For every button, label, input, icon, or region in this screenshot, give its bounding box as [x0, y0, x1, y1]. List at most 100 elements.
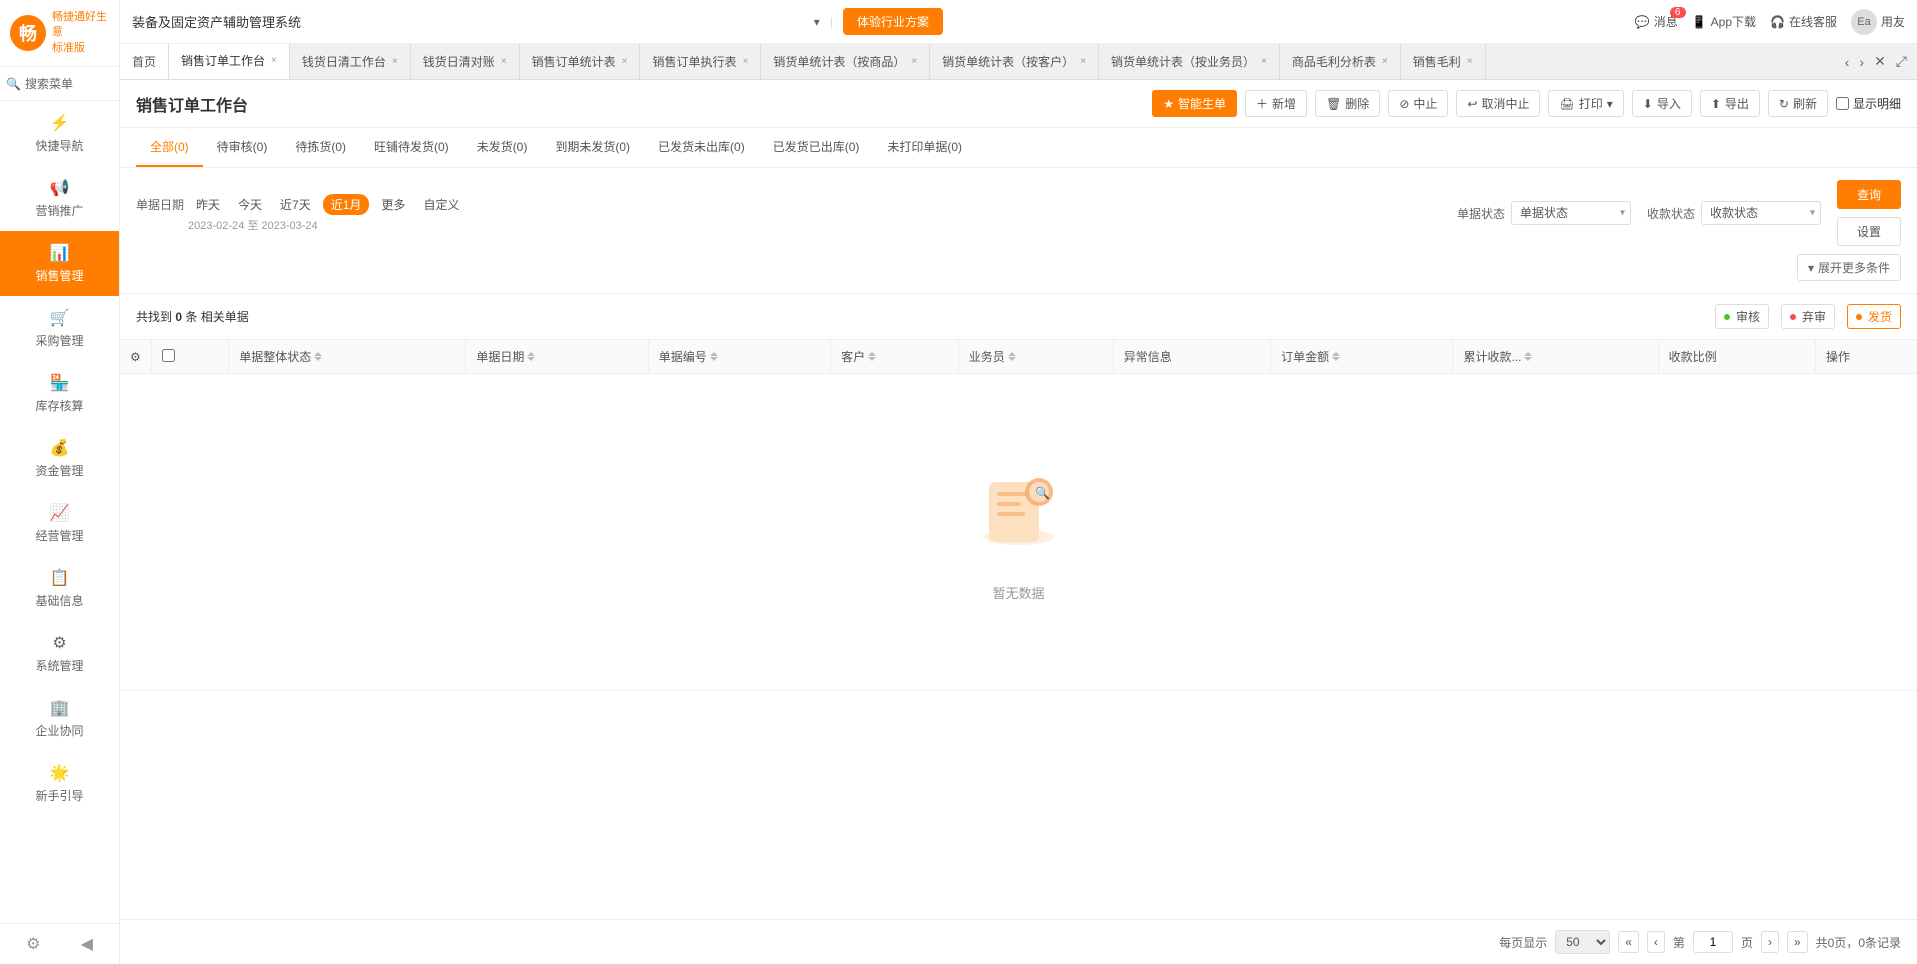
tab-close-sales-stat[interactable]: × [622, 56, 628, 67]
show-detail-checkbox[interactable] [1836, 97, 1849, 110]
show-detail-label[interactable]: 显示明细 [1836, 95, 1901, 112]
query-button[interactable]: 查询 [1837, 180, 1901, 209]
stop-button[interactable]: ⊘ 中止 [1388, 90, 1448, 117]
page-input[interactable] [1693, 931, 1733, 953]
sidebar-item-purchase[interactable]: 🛒采购管理 [0, 296, 119, 361]
last-page-button[interactable]: » [1787, 931, 1808, 953]
tab-close-sales-exec[interactable]: × [742, 56, 748, 67]
review-button[interactable]: 审核 [1715, 304, 1769, 329]
col-salesperson[interactable]: 业务员 [958, 340, 1113, 374]
status-select[interactable]: 单据状态 [1511, 201, 1631, 225]
filter-tab-overdue-unshipped[interactable]: 到期未发货(0) [541, 128, 644, 167]
import-button[interactable]: ⬇ 导入 [1632, 90, 1692, 117]
message-badge: 6 [1670, 7, 1686, 18]
tab-label-gross-profit: 商品毛利分析表 [1292, 53, 1376, 70]
filter-tab-wangpu-ship[interactable]: 旺铺待发货(0) [360, 128, 463, 167]
sidebar-item-enterprise[interactable]: 🏢企业协同 [0, 686, 119, 751]
refresh-button[interactable]: ↻ 刷新 [1768, 90, 1828, 117]
filter-tab-shipped-not-in[interactable]: 已发货未出库(0) [644, 128, 759, 167]
message-button[interactable]: 💬 消息 6 [1635, 13, 1678, 30]
tab-home[interactable]: 首页 [120, 44, 169, 80]
tab-sales-workbench[interactable]: 销售订单工作台× [169, 44, 290, 80]
tab-close-cash-reconcile[interactable]: × [501, 56, 507, 67]
col-doc-date[interactable]: 单据日期 [466, 340, 648, 374]
stop-icon: ⊘ [1399, 97, 1409, 111]
filter-tab-all[interactable]: 全部(0) [136, 128, 203, 167]
filter-tab-unprinted[interactable]: 未打印单据(0) [873, 128, 976, 167]
tab-close-sales-unified-customer[interactable]: × [1080, 56, 1086, 67]
prev-page-button[interactable]: ‹ [1647, 931, 1665, 953]
service-button[interactable]: 🎧 在线客服 [1770, 13, 1837, 30]
col-amount[interactable]: 订单金额 [1271, 340, 1453, 374]
sidebar-item-inventory[interactable]: 🏪库存核算 [0, 361, 119, 426]
tab-close-sales-profit[interactable]: × [1467, 56, 1473, 67]
settings-icon[interactable]: ⚙ [26, 934, 40, 954]
sidebar-item-marketing[interactable]: 📢营销推广 [0, 166, 119, 231]
date-option-今天[interactable]: 今天 [232, 194, 268, 215]
export-button[interactable]: ⬆ 导出 [1700, 90, 1760, 117]
tab-close-sales-unified-product[interactable]: × [911, 56, 917, 67]
sidebar-item-sales[interactable]: 📊销售管理 [0, 231, 119, 296]
next-page-button[interactable]: › [1761, 931, 1779, 953]
cancel-review-button[interactable]: 弃审 [1781, 304, 1835, 329]
date-option-近1月[interactable]: 近1月 [323, 194, 370, 215]
tab-sales-unified-customer[interactable]: 销货单统计表（按客户）× [930, 44, 1099, 80]
user-menu[interactable]: Ea 用友 [1851, 9, 1905, 35]
col-collected[interactable]: 累计收款... [1453, 340, 1658, 374]
filter-tab-pending-inspect[interactable]: 待拣货(0) [281, 128, 360, 167]
tabs-fullscreen-button[interactable]: ⤢ [1892, 51, 1911, 72]
tab-close-sales-workbench[interactable]: × [271, 55, 277, 66]
tab-sales-unified-product[interactable]: 销货单统计表（按商品）× [761, 44, 930, 80]
settings-col-icon[interactable]: ⚙ [130, 350, 141, 364]
col-customer[interactable]: 客户 [831, 340, 959, 374]
tab-sales-profit[interactable]: 销售毛利× [1401, 44, 1486, 80]
tab-sales-unified-staff[interactable]: 销货单统计表（按业务员）× [1099, 44, 1280, 80]
collapse-icon[interactable]: ◀ [81, 934, 93, 954]
delete-button[interactable]: 🗑 删除 [1315, 90, 1380, 117]
tabs-prev-button[interactable]: ‹ [1841, 52, 1854, 72]
filter-tab-pending-review[interactable]: 待审核(0) [203, 128, 282, 167]
sidebar-item-finance[interactable]: 💰资金管理 [0, 426, 119, 491]
sidebar-item-system[interactable]: ⚙系统管理 [0, 621, 119, 686]
sidebar-item-operations[interactable]: 📈经营管理 [0, 491, 119, 556]
date-option-昨天[interactable]: 昨天 [190, 194, 226, 215]
tab-cash-daily[interactable]: 钱货日清工作台× [290, 44, 411, 80]
add-button[interactable]: ＋ 新增 [1245, 90, 1307, 117]
sidebar-item-basic[interactable]: 📋基础信息 [0, 556, 119, 621]
tabs-next-button[interactable]: › [1855, 52, 1868, 72]
per-page-select[interactable]: 50 10 20 100 [1555, 930, 1610, 954]
payment-select[interactable]: 收款状态 [1701, 201, 1821, 225]
expand-filter-button[interactable]: ▾ 展开更多条件 [1797, 254, 1901, 281]
tabs-close-all-button[interactable]: ✕ [1870, 51, 1890, 72]
app-download-button[interactable]: 📱 App下载 [1692, 13, 1756, 30]
search-menu-button[interactable]: 🔍 搜索菜单 [0, 67, 119, 101]
print-button[interactable]: 🖨 打印 ▾ [1548, 90, 1623, 117]
tab-sales-stat[interactable]: 销售订单统计表× [520, 44, 641, 80]
col-doc-status[interactable]: 单据整体状态 [229, 340, 466, 374]
ship-button[interactable]: 发货 [1847, 304, 1901, 329]
col-doc-no[interactable]: 单据编号 [648, 340, 830, 374]
tab-close-cash-daily[interactable]: × [392, 56, 398, 67]
settings-button[interactable]: 设置 [1837, 217, 1901, 246]
tab-close-sales-unified-staff[interactable]: × [1261, 56, 1267, 67]
filter-tab-unshipped[interactable]: 未发货(0) [463, 128, 542, 167]
tab-sales-exec[interactable]: 销售订单执行表× [640, 44, 761, 80]
solution-button[interactable]: 体验行业方案 [843, 8, 943, 35]
system-dropdown-icon[interactable]: ▾ [814, 15, 820, 29]
filter-tab-shipped-out[interactable]: 已发货已出库(0) [759, 128, 874, 167]
date-option-近7天[interactable]: 近7天 [274, 194, 317, 215]
logo-text: 畅捷通好生意 标准版 [52, 10, 109, 56]
date-option-自定义[interactable]: 自定义 [417, 194, 465, 215]
sidebar-item-guide[interactable]: 🌟新手引导 [0, 751, 119, 816]
select-all-checkbox[interactable] [162, 349, 175, 362]
tab-cash-reconcile[interactable]: 钱货日清对账× [411, 44, 520, 80]
tab-close-gross-profit[interactable]: × [1382, 56, 1388, 67]
date-option-更多[interactable]: 更多 [375, 194, 411, 215]
cancel-stop-button[interactable]: ↩ 取消中止 [1456, 90, 1540, 117]
sidebar-item-quick-nav[interactable]: ⚡快捷导航 [0, 101, 119, 166]
tab-gross-profit[interactable]: 商品毛利分析表 × [1280, 44, 1401, 80]
content-area: 销售订单工作台 ★ 智能生单 ＋ 新增 🗑 删除 ⊘ 中止 [120, 80, 1917, 964]
first-page-button[interactable]: « [1618, 931, 1639, 953]
filter-row-1: 单据日期 昨天今天近7天近1月更多自定义 2023-02-24 至 2023-0… [136, 180, 1901, 246]
smart-create-button[interactable]: ★ 智能生单 [1152, 90, 1237, 117]
